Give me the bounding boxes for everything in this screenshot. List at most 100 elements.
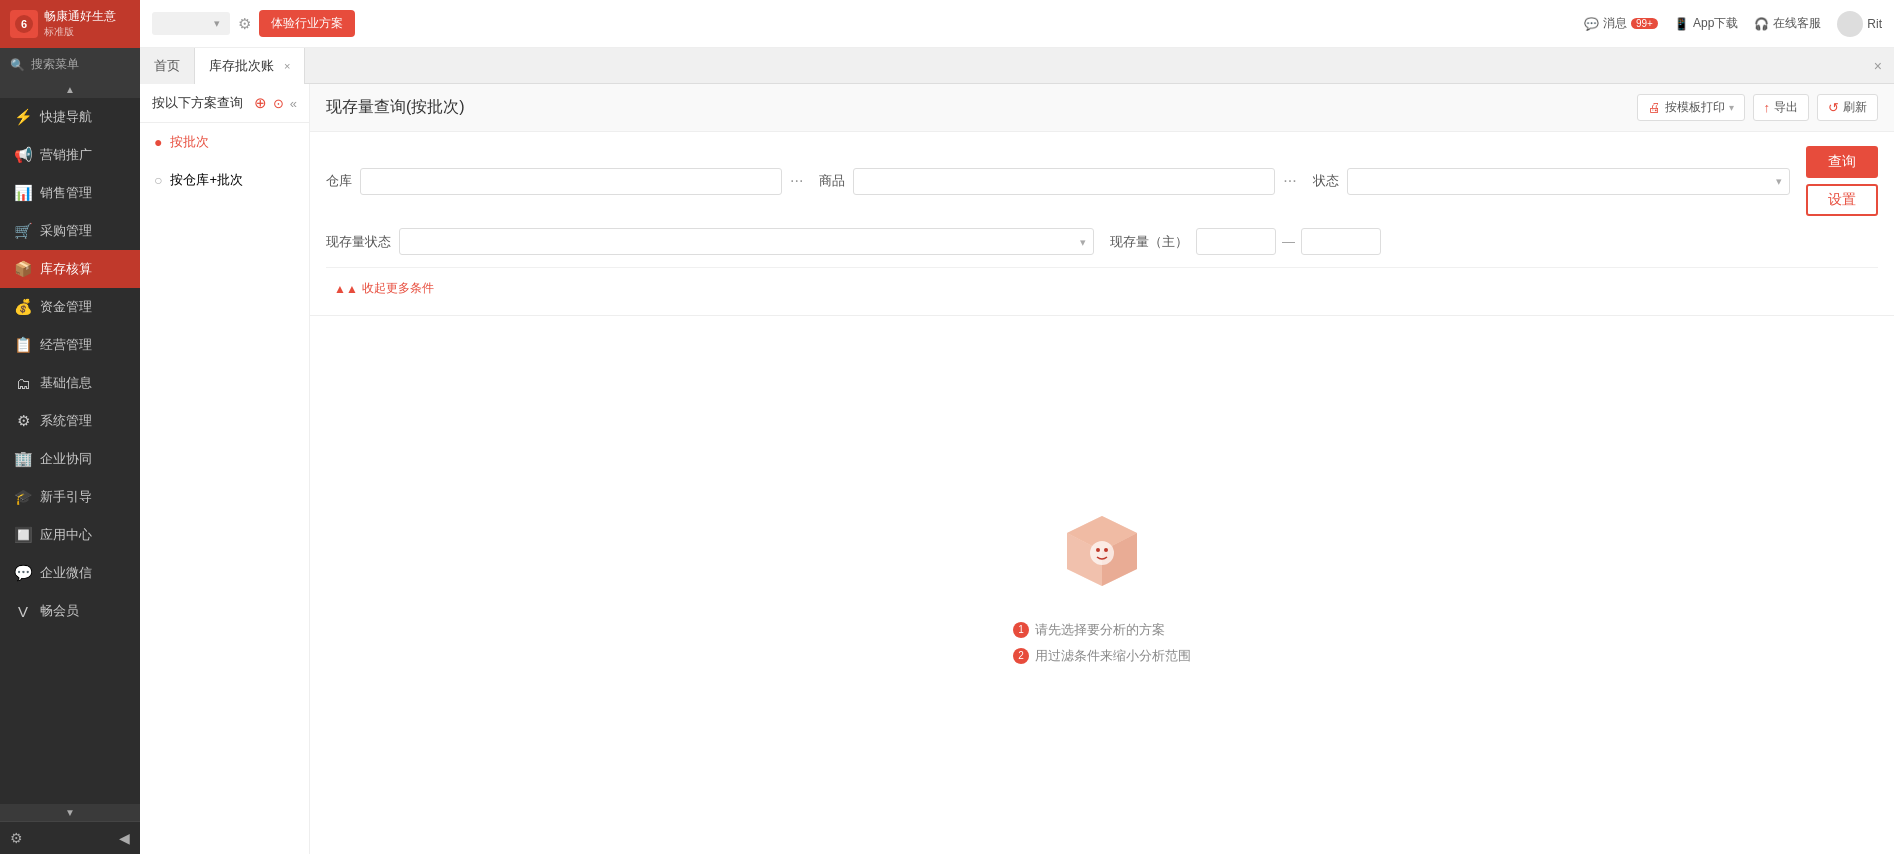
collapse-filter-button[interactable]: ▲▲ 收起更多条件: [326, 276, 1878, 301]
product-input[interactable]: [853, 168, 1275, 195]
scheme-panel: 按以下方案查询 ⊕ ⊙ « ● 按批次 ○ 按仓库+批次: [140, 84, 310, 854]
warehouse-input[interactable]: [360, 168, 782, 195]
app-version: 标准版: [44, 25, 116, 39]
sidebar-item-quick-nav[interactable]: ⚡ 快捷导航: [0, 98, 140, 136]
sidebar-item-guide[interactable]: 🎓 新手引导: [0, 478, 140, 516]
tabbar-close-button[interactable]: ×: [1862, 58, 1894, 74]
sales-icon: 📊: [14, 184, 32, 202]
tab-inventory-batch[interactable]: 库存批次账 ×: [195, 48, 305, 84]
sidebar: 6 畅康通好生意 标准版 🔍 搜索菜单 ▲ ⚡ 快捷导航 📢 营销推广 📊 销售…: [0, 0, 140, 854]
scheme-panel-header: 按以下方案查询 ⊕ ⊙ «: [140, 84, 309, 123]
svg-point-7: [1096, 548, 1100, 552]
scheme-item-by-batch[interactable]: ● 按批次: [140, 123, 309, 161]
system-icon: ⚙: [14, 412, 32, 430]
stock-amount-max-input[interactable]: [1301, 228, 1381, 255]
breadcrumb: ▾: [152, 12, 230, 35]
tab-home[interactable]: 首页: [140, 48, 195, 84]
warehouse-filter-group: 仓库 ···: [326, 168, 803, 195]
sidebar-item-purchase[interactable]: 🛒 采购管理: [0, 212, 140, 250]
tip-text-2: 用过滤条件来缩小分析范围: [1035, 643, 1191, 669]
sidebar-scroll-up[interactable]: ▲: [0, 81, 140, 98]
export-icon: ↑: [1764, 100, 1771, 115]
trial-industry-button[interactable]: 体验行业方案: [259, 10, 355, 37]
set-button[interactable]: 设置: [1806, 184, 1878, 216]
scheme-panel-actions: ⊕ ⊙ «: [254, 94, 297, 112]
inventory-label: 库存核算: [40, 260, 92, 278]
collapse-sidebar-icon[interactable]: ◀: [119, 830, 130, 846]
sidebar-item-weixin[interactable]: 💬 企业微信: [0, 554, 140, 592]
stock-amount-filter-group: 现存量（主） —: [1110, 228, 1878, 255]
vip-label: 畅会员: [40, 602, 79, 620]
page-title: 现存量查询(按批次): [326, 97, 465, 118]
scheme-item-by-warehouse-batch[interactable]: ○ 按仓库+批次: [140, 161, 309, 199]
stock-amount-label: 现存量（主）: [1110, 233, 1188, 251]
add-scheme-icon[interactable]: ⊕: [254, 94, 267, 112]
sidebar-item-enterprise[interactable]: 🏢 企业协同: [0, 440, 140, 478]
stock-status-select[interactable]: [399, 228, 1094, 255]
status-select-wrapper: ▾: [1347, 168, 1790, 195]
weixin-label: 企业微信: [40, 564, 92, 582]
sidebar-item-apps[interactable]: 🔲 应用中心: [0, 516, 140, 554]
print-button[interactable]: 🖨 按模板打印 ▾: [1637, 94, 1745, 121]
export-label: 导出: [1774, 99, 1798, 116]
online-service-item[interactable]: 🎧 在线客服: [1754, 15, 1821, 32]
stock-amount-range: —: [1196, 228, 1381, 255]
settings-gear-icon[interactable]: ⚙: [238, 15, 251, 33]
page-header-actions: 🖨 按模板打印 ▾ ↑ 导出 ↺ 刷新: [1637, 94, 1879, 121]
search-menu-label: 搜索菜单: [31, 56, 79, 73]
sidebar-scroll-down[interactable]: ▼: [0, 804, 140, 821]
stock-amount-min-input[interactable]: [1196, 228, 1276, 255]
marketing-icon: 📢: [14, 146, 32, 164]
message-item[interactable]: 💬 消息 99+: [1584, 15, 1658, 32]
filter-collapse-row: ▲▲ 收起更多条件: [326, 267, 1878, 301]
sidebar-nav-container: ▲ ⚡ 快捷导航 📢 营销推广 📊 销售管理 🛒 采购管理 📦 库存核算: [0, 81, 140, 821]
purchase-label: 采购管理: [40, 222, 92, 240]
message-label: 消息: [1603, 15, 1627, 32]
settings-icon[interactable]: ⚙: [10, 830, 23, 846]
operations-label: 经营管理: [40, 336, 92, 354]
svg-point-6: [1090, 541, 1114, 565]
svg-point-8: [1104, 548, 1108, 552]
page-header: 现存量查询(按批次) 🖨 按模板打印 ▾ ↑ 导出 ↺ 刷新: [310, 84, 1894, 132]
app-download-item[interactable]: 📱 App下载: [1674, 15, 1738, 32]
refresh-button[interactable]: ↺ 刷新: [1817, 94, 1878, 121]
sidebar-footer: ⚙ ◀: [0, 821, 140, 854]
sidebar-item-inventory[interactable]: 📦 库存核算: [0, 250, 140, 288]
breadcrumb-chevron-icon: ▾: [214, 17, 220, 30]
warehouse-more-icon[interactable]: ···: [790, 172, 803, 190]
sidebar-item-marketing[interactable]: 📢 营销推广: [0, 136, 140, 174]
scheme-label-by-batch: 按批次: [170, 133, 209, 151]
sidebar-item-operations[interactable]: 📋 经营管理: [0, 326, 140, 364]
tabbar: 首页 库存批次账 × ×: [140, 48, 1894, 84]
status-select[interactable]: [1347, 168, 1790, 195]
user-profile-item[interactable]: Rit: [1837, 11, 1882, 37]
sidebar-item-vip[interactable]: V 畅会员: [0, 592, 140, 630]
sidebar-item-basic[interactable]: 🗂 基础信息: [0, 364, 140, 402]
print-icon: 🖨: [1648, 100, 1661, 115]
product-more-icon[interactable]: ···: [1283, 172, 1296, 190]
collapse-filter-label: 收起更多条件: [362, 280, 434, 297]
search-menu-item[interactable]: 🔍 搜索菜单: [0, 48, 140, 81]
page-content: 按以下方案查询 ⊕ ⊙ « ● 按批次 ○ 按仓库+批次 现存量查询(按批次): [140, 84, 1894, 854]
inventory-icon: 📦: [14, 260, 32, 278]
sidebar-item-finance[interactable]: 💰 资金管理: [0, 288, 140, 326]
home-tab-label: 首页: [154, 57, 180, 75]
online-service-label: 在线客服: [1773, 15, 1821, 32]
tab-close-icon[interactable]: ×: [284, 60, 290, 72]
scheme-settings-icon[interactable]: ⊙: [273, 96, 284, 111]
action-buttons: 查询 设置: [1806, 146, 1878, 216]
guide-icon: 🎓: [14, 488, 32, 506]
basic-label: 基础信息: [40, 374, 92, 392]
query-button[interactable]: 查询: [1806, 146, 1878, 178]
svg-text:6: 6: [21, 18, 27, 30]
sidebar-item-system[interactable]: ⚙ 系统管理: [0, 402, 140, 440]
apps-icon: 🔲: [14, 526, 32, 544]
export-button[interactable]: ↑ 导出: [1753, 94, 1810, 121]
breadcrumb-text: [162, 15, 210, 32]
collapse-panel-icon[interactable]: «: [290, 96, 297, 111]
headset-icon: 🎧: [1754, 17, 1769, 31]
sidebar-item-sales[interactable]: 📊 销售管理: [0, 174, 140, 212]
empty-tip-2: 2 用过滤条件来缩小分析范围: [1013, 643, 1191, 669]
marketing-label: 营销推广: [40, 146, 92, 164]
vip-icon: V: [14, 603, 32, 620]
